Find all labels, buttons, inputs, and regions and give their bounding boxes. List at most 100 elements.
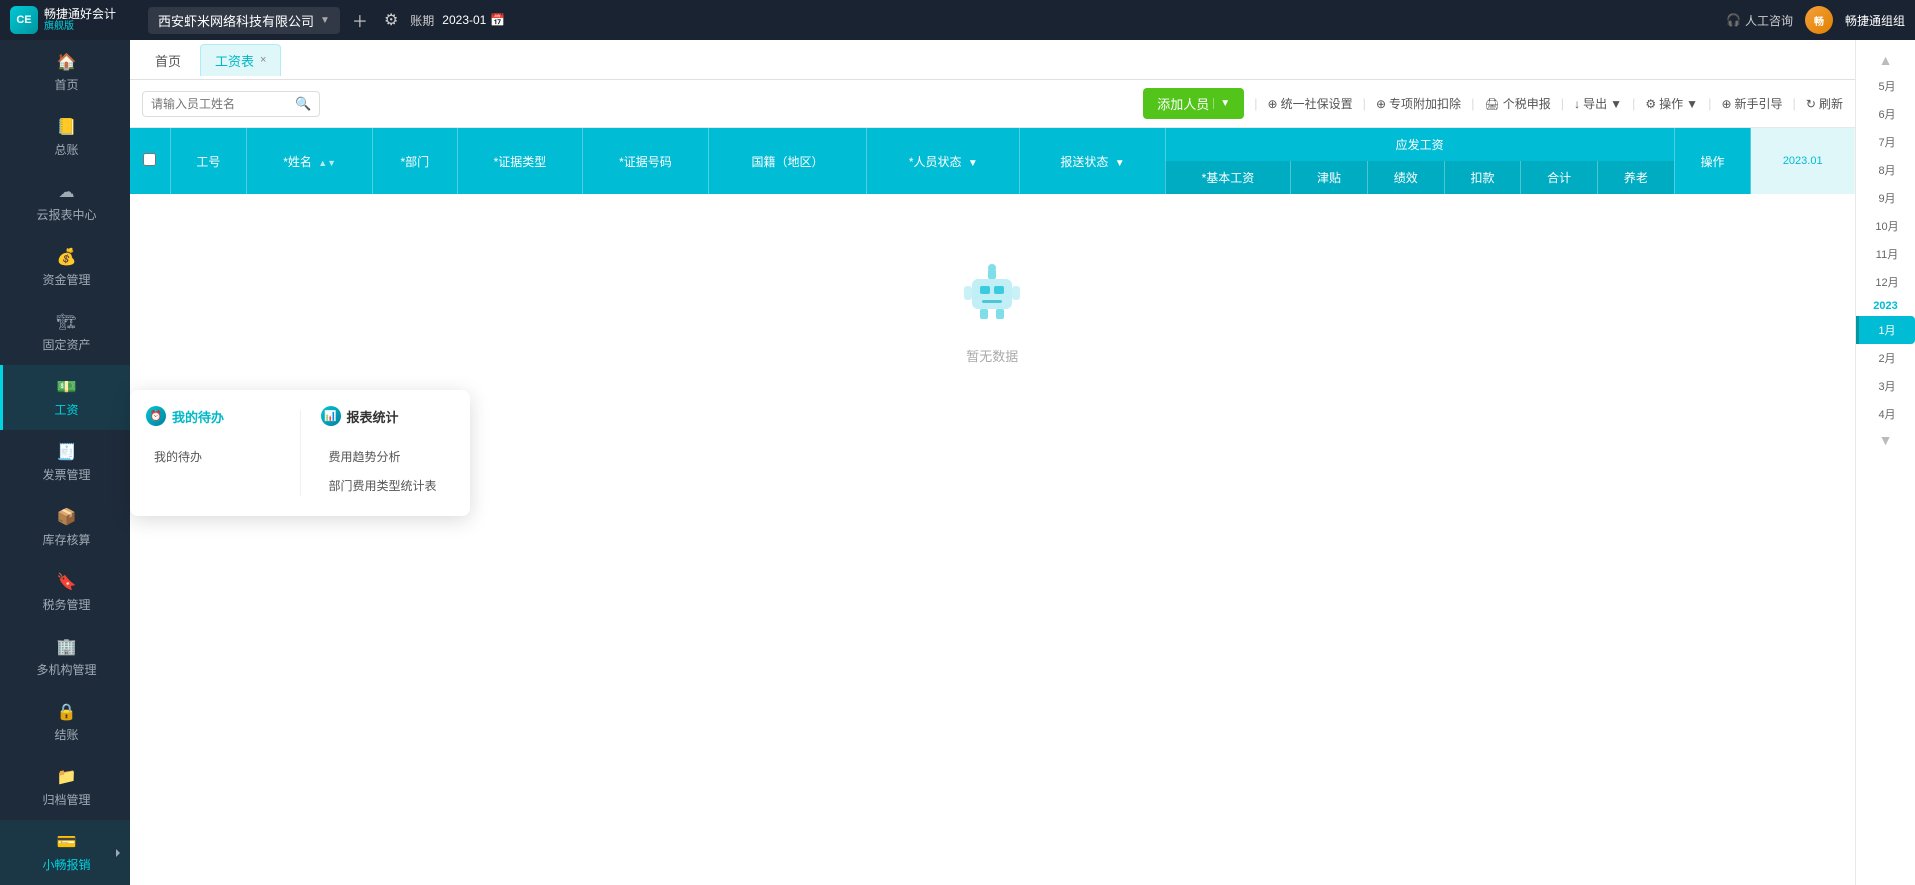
sidebar-item-cloud-report[interactable]: ☁ 云报表中心	[0, 170, 130, 235]
popup-col-report-header: 📊 报表统计	[321, 406, 455, 432]
month-item-10[interactable]: 10月	[1856, 212, 1915, 240]
report-filter-icon[interactable]: ▼	[1115, 158, 1125, 169]
tab-home[interactable]: 首页	[140, 44, 196, 76]
month-item-3[interactable]: 3月	[1856, 372, 1915, 400]
month-item-2[interactable]: 2月	[1856, 344, 1915, 372]
year-2023-label: 2023	[1869, 296, 1901, 316]
logo-initials: CE	[16, 14, 31, 26]
refresh-button[interactable]: ↻ 刷新	[1806, 95, 1843, 112]
th-report-status: 报送状态 ▼	[1020, 128, 1165, 194]
search-input[interactable]	[151, 97, 291, 111]
th-id-type: *证据类型	[457, 128, 583, 194]
popup-item-expense-trend[interactable]: 费用趋势分析	[321, 442, 455, 471]
sidebar-item-home[interactable]: 🏠 首页	[0, 40, 130, 105]
month-item-11[interactable]: 11月	[1856, 240, 1915, 268]
month-item-8[interactable]: 8月	[1856, 156, 1915, 184]
period-value: 2023-01 📅	[442, 13, 505, 27]
toolbar-new-guide-button[interactable]: ⊕ 新手引导	[1721, 95, 1782, 112]
tab-salary[interactable]: 工资表 ×	[200, 44, 281, 76]
headset-icon: 🎧	[1726, 13, 1741, 27]
xiaochang-icon: 💳	[57, 832, 77, 852]
sidebar-item-fund[interactable]: 💰 资金管理	[0, 235, 130, 300]
sidebar: 🏠 首页 📒 总账 ☁ 云报表中心 💰 资金管理 🏗 固定资产 💵 工资 🧾 发…	[0, 40, 130, 885]
personal-tax-button[interactable]: 🖨 个税申报	[1484, 95, 1550, 112]
select-all-checkbox[interactable]	[130, 128, 170, 194]
month-item-6[interactable]: 6月	[1856, 100, 1915, 128]
status-filter-icon[interactable]: ▼	[968, 158, 978, 169]
special-deduction-button[interactable]: ⊕ 专项附加扣除	[1376, 95, 1461, 112]
fund-icon: 💰	[57, 247, 77, 267]
sidebar-item-fixed-assets[interactable]: 🏗 固定资产	[0, 300, 130, 365]
operation-button[interactable]: ⚙ 操作 ▼	[1645, 95, 1698, 112]
th-base-wage: *基本工资	[1165, 161, 1291, 194]
social-insurance-button[interactable]: ⊕ 统一社保设置	[1268, 95, 1353, 112]
add-company-button[interactable]: ＋	[348, 4, 372, 36]
popup-item-my-todo[interactable]: 我的待办	[146, 442, 280, 471]
tab-close-button[interactable]: ×	[260, 54, 266, 66]
add-dropdown-arrow[interactable]: ▼	[1213, 98, 1230, 109]
th-name: *姓名 ▲▼	[247, 128, 373, 194]
sidebar-item-multi-org[interactable]: 🏢 多机构管理	[0, 625, 130, 690]
social-insurance-icon: ⊕	[1268, 97, 1278, 111]
th-year-indicator: 2023.01	[1751, 128, 1855, 194]
sidebar-item-archive[interactable]: 📁 归档管理	[0, 755, 130, 820]
company-selector[interactable]: 西安虾米网络科技有限公司 ▼	[148, 7, 340, 34]
search-icon[interactable]: 🔍	[295, 96, 311, 112]
month-nav-down[interactable]: ▼	[1875, 428, 1897, 452]
sidebar-label-ledger: 总账	[54, 141, 78, 158]
add-employee-button[interactable]: 添加人员 ▼	[1143, 88, 1244, 119]
sep4: |	[1561, 96, 1564, 111]
th-total: 合计	[1521, 161, 1598, 194]
month-item-12[interactable]: 12月	[1856, 268, 1915, 296]
month-item-7[interactable]: 7月	[1856, 128, 1915, 156]
export-arrow-icon: ▼	[1610, 97, 1622, 111]
month-item-5[interactable]: 5月	[1856, 72, 1915, 100]
sidebar-label-xiaochang: 小畅报销	[42, 856, 90, 873]
sidebar-label-fixed-assets: 固定资产	[42, 336, 90, 353]
name-sort-icon[interactable]: ▲▼	[318, 159, 336, 168]
sidebar-label-invoice: 发票管理	[42, 466, 90, 483]
sidebar-item-tax[interactable]: 🔖 税务管理	[0, 560, 130, 625]
popup-report-title: 报表统计	[347, 407, 399, 426]
th-deduction: 扣款	[1444, 161, 1521, 194]
search-wrap: 🔍	[142, 91, 320, 117]
invoice-icon: 🧾	[57, 442, 77, 462]
month-item-1[interactable]: 1月	[1856, 316, 1915, 344]
month-nav-up[interactable]: ▲	[1875, 48, 1897, 72]
app-sub: 旗舰版	[44, 21, 116, 33]
sidebar-label-salary: 工资	[54, 401, 78, 418]
inventory-icon: 📦	[57, 507, 77, 527]
sep5: |	[1632, 96, 1635, 111]
sidebar-item-close-account[interactable]: 🔒 结账	[0, 690, 130, 755]
toolbar-guide-icon: ⊕	[1721, 97, 1731, 111]
th-pension: 养老	[1598, 161, 1675, 194]
company-name: 西安虾米网络科技有限公司	[158, 11, 314, 30]
sidebar-item-inventory[interactable]: 📦 库存核算	[0, 495, 130, 560]
sidebar-label-cloud-report: 云报表中心	[36, 206, 96, 223]
sidebar-item-salary[interactable]: 💵 工资	[0, 365, 130, 430]
sep3: |	[1471, 96, 1474, 111]
popup-item-dept-expense[interactable]: 部门费用类型统计表	[321, 471, 455, 500]
refresh-icon: ↻	[1806, 97, 1816, 111]
export-icon: ↓	[1574, 97, 1580, 111]
sidebar-item-invoice[interactable]: 🧾 发票管理	[0, 430, 130, 495]
sidebar-item-xiaochang[interactable]: 💳 小畅报销	[0, 820, 130, 885]
calendar-icon[interactable]: 📅	[490, 13, 505, 27]
sidebar-label-multi-org: 多机构管理	[36, 661, 96, 678]
salary-icon: 💵	[57, 377, 77, 397]
select-all-input[interactable]	[143, 153, 156, 166]
customer-service-button[interactable]: 🎧 人工咨询	[1726, 12, 1793, 29]
export-button[interactable]: ↓ 导出 ▼	[1574, 95, 1622, 112]
fixed-assets-icon: 🏗	[56, 312, 76, 332]
settings-button[interactable]: ⚙	[380, 6, 402, 34]
personal-tax-icon: 🖨	[1484, 97, 1499, 111]
special-deduction-icon: ⊕	[1376, 97, 1386, 111]
logo-text: 畅捷通好会计 旗舰版	[44, 7, 116, 33]
popup-todo-title: 我的待办	[172, 407, 224, 426]
sidebar-item-ledger[interactable]: 📒 总账	[0, 105, 130, 170]
month-item-9[interactable]: 9月	[1856, 184, 1915, 212]
ledger-icon: 📒	[57, 117, 77, 137]
close-account-icon: 🔒	[57, 702, 77, 722]
tax-icon: 🔖	[57, 572, 77, 592]
month-item-4[interactable]: 4月	[1856, 400, 1915, 428]
